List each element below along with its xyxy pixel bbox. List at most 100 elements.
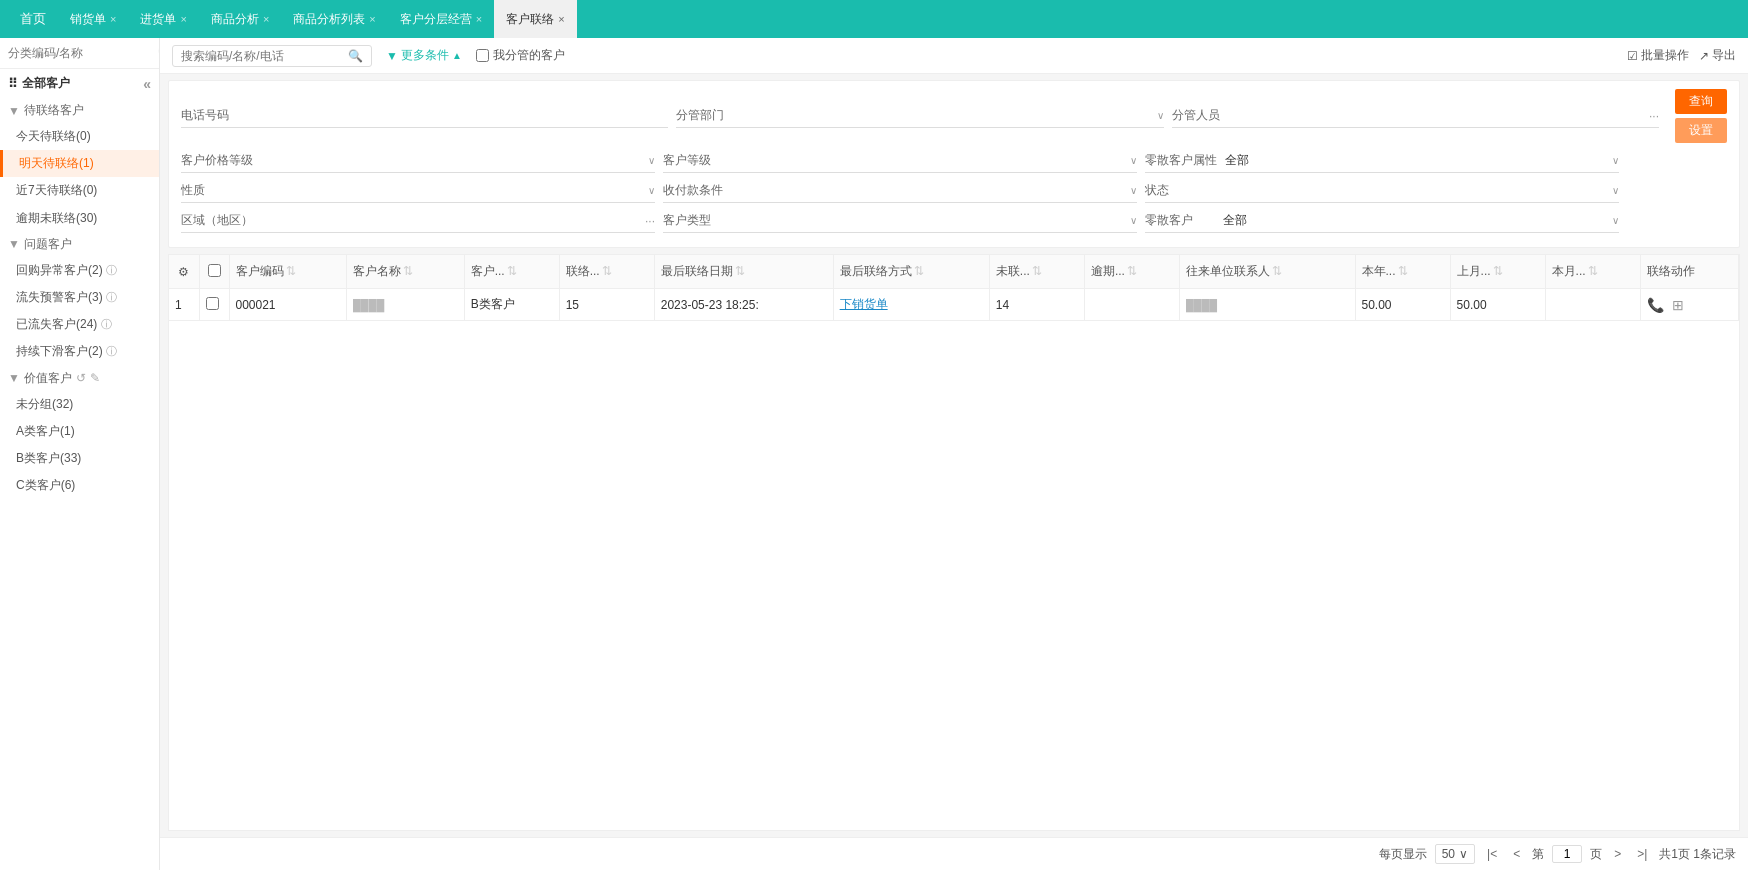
col-type[interactable]: 客户...⇅ <box>464 255 559 289</box>
sidebar-item-today[interactable]: 今天待联络(0) <box>0 123 159 150</box>
nav-sales-close[interactable]: × <box>110 13 116 25</box>
col-checkbox <box>199 255 229 289</box>
action-icons: 📞 ⊞ <box>1647 297 1732 313</box>
setting-button[interactable]: 设置 <box>1675 118 1727 143</box>
payment-caret-icon: ∨ <box>1130 185 1137 196</box>
phone-action-icon[interactable]: 📞 <box>1647 297 1664 313</box>
filter-actions: 查询 设置 <box>1675 89 1727 143</box>
value-group-refresh[interactable]: ↺ <box>76 371 86 385</box>
nav-purchase-close[interactable]: × <box>180 13 186 25</box>
sidebar-item-unclassified[interactable]: 未分组(32) <box>0 391 159 418</box>
sidebar-item-lost-risk[interactable]: 流失预警客户(3) ⓘ <box>0 284 159 311</box>
sidebar-item-7days[interactable]: 近7天待联络(0) <box>0 177 159 204</box>
nav-customer-contact-close[interactable]: × <box>558 13 564 25</box>
row-checkbox[interactable] <box>206 297 219 310</box>
col-last-month[interactable]: 上月...⇅ <box>1450 255 1545 289</box>
sidebar-item-class-a[interactable]: A类客户(1) <box>0 418 159 445</box>
sidebar-search-input[interactable] <box>8 46 158 60</box>
col-overdue[interactable]: 逾期...⇅ <box>1084 255 1179 289</box>
sidebar-item-continuous-decline[interactable]: 持续下滑客户(2) ⓘ <box>0 338 159 365</box>
nav-sales[interactable]: 销货单 × <box>58 0 128 38</box>
sidebar-item-class-c[interactable]: C类客户(6) <box>0 472 159 499</box>
search-input[interactable] <box>181 49 348 63</box>
last-page-btn[interactable]: >| <box>1633 845 1651 863</box>
table-row: 1 000021 ████ B类客户 15 2023-05-23 18:25: … <box>169 289 1739 321</box>
filter-nature[interactable]: 性质 ∨ <box>181 179 655 203</box>
cell-index: 1 <box>169 289 199 321</box>
filter-phone: 电话号码 <box>181 104 668 128</box>
sidebar-item-tomorrow[interactable]: 明天待联络(1) <box>0 150 159 177</box>
page-size-select[interactable]: 50 ∨ <box>1435 844 1475 864</box>
next-page-btn[interactable]: > <box>1610 845 1625 863</box>
nav-goods-analysis-list-close[interactable]: × <box>369 13 375 25</box>
data-table: ⚙ 客户编码⇅ 客户名称⇅ 客户...⇅ 联络...⇅ 最后联络日期⇅ 最后联络… <box>169 255 1739 321</box>
col-last-contact-date[interactable]: 最后联络日期⇅ <box>654 255 833 289</box>
search-box: 🔍 <box>172 45 372 67</box>
my-customers-checkbox-label[interactable]: 我分管的客户 <box>476 47 565 64</box>
page-input[interactable] <box>1552 845 1582 863</box>
batch-op-btn[interactable]: ☑ 批量操作 <box>1627 47 1689 64</box>
nav-customer-segment[interactable]: 客户分层经营 × <box>388 0 494 38</box>
nav-home[interactable]: 首页 <box>8 0 58 38</box>
all-customers-header[interactable]: ⠿ 全部客户 « <box>0 69 159 98</box>
filter-payment[interactable]: 收付款条件 ∨ <box>663 179 1137 203</box>
table-header-row: ⚙ 客户编码⇅ 客户名称⇅ 客户...⇅ 联络...⇅ 最后联络日期⇅ 最后联络… <box>169 255 1739 289</box>
col-this-month[interactable]: 本月...⇅ <box>1545 255 1640 289</box>
col-last-contact-method[interactable]: 最后联络方式⇅ <box>833 255 989 289</box>
filter-region[interactable]: 区域（地区） ··· <box>181 209 655 233</box>
nav-goods-analysis-list[interactable]: 商品分析列表 × <box>281 0 387 38</box>
nav-goods-analysis[interactable]: 商品分析 × <box>199 0 281 38</box>
cell-past-contacts: ████ <box>1179 289 1355 321</box>
pagination: 每页显示 50 ∨ |< < 第 页 > >| 共1页 1条记录 <box>160 837 1748 870</box>
col-contacts[interactable]: 联络...⇅ <box>559 255 654 289</box>
filter-dept[interactable]: 分管部门 ∨ <box>676 104 1163 128</box>
col-action: 联络动作 <box>1640 255 1738 289</box>
filter-collapse-icon: ▲ <box>452 50 462 61</box>
filter-retail-attr[interactable]: 零散客户属性 全部 ∨ <box>1145 149 1619 173</box>
filter-manager[interactable]: 分管人员 ··· <box>1172 104 1659 128</box>
export-btn[interactable]: ↗ 导出 <box>1699 47 1736 64</box>
value-group-edit[interactable]: ✎ <box>90 371 100 385</box>
group-problem-label[interactable]: ▼ 问题客户 <box>0 232 159 257</box>
contact-method-link[interactable]: 下销货单 <box>840 297 888 311</box>
retail-customer-caret-icon: ∨ <box>1612 215 1619 226</box>
sidebar-item-lost[interactable]: 已流失客户(24) ⓘ <box>0 311 159 338</box>
nav-customer-segment-close[interactable]: × <box>476 13 482 25</box>
col-settings[interactable]: ⚙ <box>169 255 199 289</box>
checkbox-icon: ☑ <box>1627 49 1638 63</box>
nav-goods-analysis-close[interactable]: × <box>263 13 269 25</box>
group-value-label[interactable]: ▼ 价值客户 ↺ ✎ <box>0 366 159 391</box>
filter-retail-customer[interactable]: 零散客户 全部 ∨ <box>1145 209 1619 233</box>
grid-action-icon[interactable]: ⊞ <box>1672 297 1684 313</box>
filter-icon: ▼ <box>386 49 398 63</box>
collapse-icon: « <box>143 76 151 92</box>
col-this-year[interactable]: 本年...⇅ <box>1355 255 1450 289</box>
group-pending-label[interactable]: ▼ 待联络客户 <box>0 98 159 123</box>
select-all-checkbox[interactable] <box>208 264 221 277</box>
first-page-btn[interactable]: |< <box>1483 845 1501 863</box>
retail-attr-caret-icon: ∨ <box>1612 155 1619 166</box>
nav-purchase[interactable]: 进货单 × <box>128 0 198 38</box>
sidebar-item-class-b[interactable]: B类客户(33) <box>0 445 159 472</box>
sidebar-item-repurchase-abnormal[interactable]: 回购异常客户(2) ⓘ <box>0 257 159 284</box>
col-name[interactable]: 客户名称⇅ <box>347 255 465 289</box>
col-code[interactable]: 客户编码⇅ <box>229 255 347 289</box>
more-filter-btn[interactable]: ▼ 更多条件 ▲ <box>380 44 468 67</box>
filter-status[interactable]: 状态 ∨ <box>1145 179 1619 203</box>
query-button[interactable]: 查询 <box>1675 89 1727 114</box>
data-table-container: ⚙ 客户编码⇅ 客户名称⇅ 客户...⇅ 联络...⇅ 最后联络日期⇅ 最后联络… <box>168 254 1740 831</box>
filter-customer-type[interactable]: 客户类型 ∨ <box>663 209 1137 233</box>
search-icon[interactable]: 🔍 <box>348 49 363 63</box>
filter-price-level[interactable]: 客户价格等级 ∨ <box>181 149 655 173</box>
my-customers-checkbox[interactable] <box>476 49 489 62</box>
sidebar: 🔍 ⠿ 全部客户 « ▼ 待联络客户 今天待联络(0) 明天待联络(1) 近7天… <box>0 38 160 870</box>
nav-customer-contact[interactable]: 客户联络 × <box>494 0 576 38</box>
filter-customer-level[interactable]: 客户等级 ∨ <box>663 149 1137 173</box>
col-past-contacts[interactable]: 往来单位联系人⇅ <box>1179 255 1355 289</box>
filter-phone-input[interactable] <box>259 109 668 123</box>
col-uncontacted[interactable]: 未联...⇅ <box>989 255 1084 289</box>
cell-this-year: 50.00 <box>1355 289 1450 321</box>
top-nav: 首页 销货单 × 进货单 × 商品分析 × 商品分析列表 × 客户分层经营 × … <box>0 0 1748 38</box>
prev-page-btn[interactable]: < <box>1509 845 1524 863</box>
sidebar-item-overdue[interactable]: 逾期未联络(30) <box>0 205 159 232</box>
